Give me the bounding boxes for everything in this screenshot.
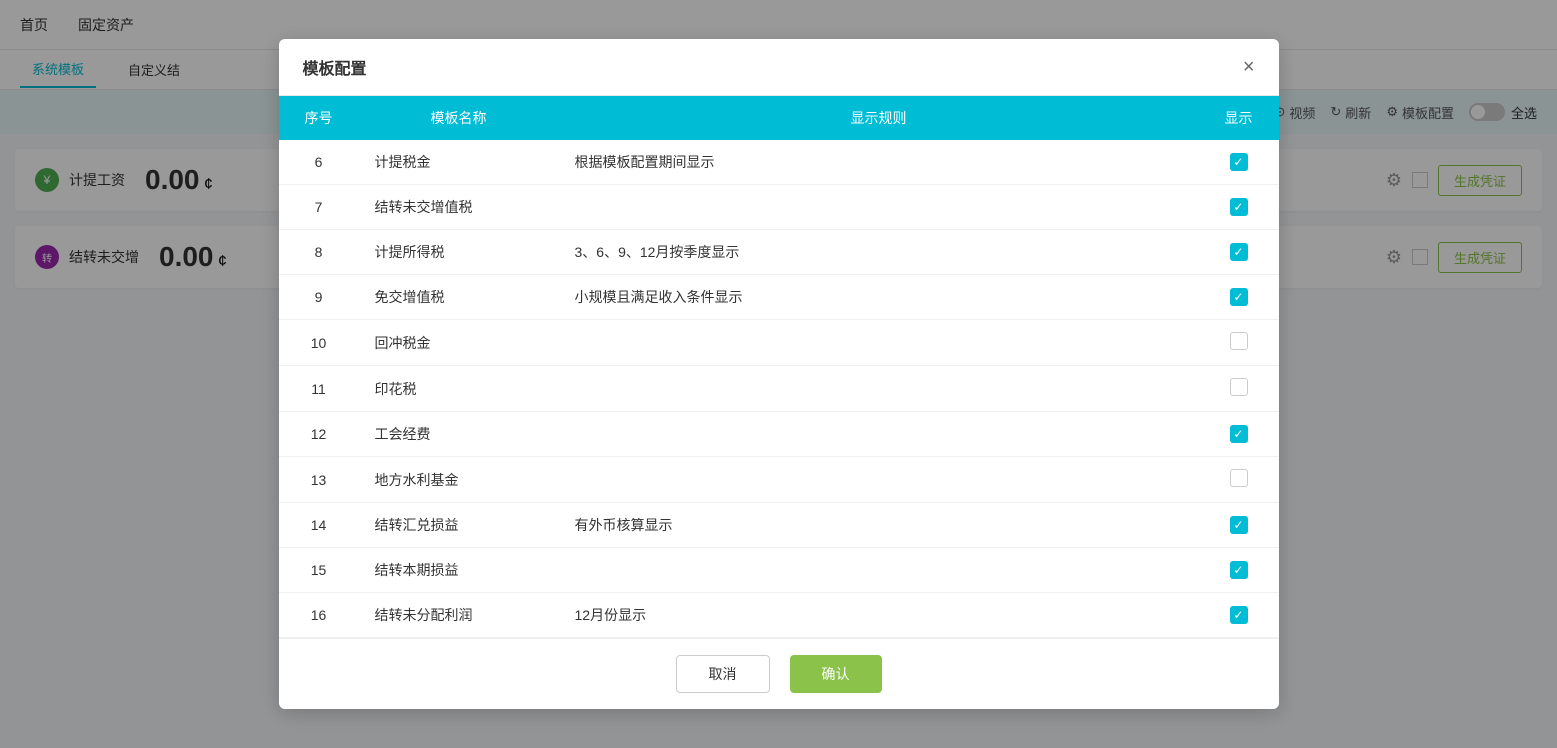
cell-rule-5 — [559, 366, 1199, 412]
table-body: 6计提税金根据模板配置期间显示7结转未交增值税8计提所得税3、6、9、12月按季… — [279, 140, 1279, 638]
checkbox-0[interactable] — [1230, 153, 1248, 171]
modal-close-button[interactable]: × — [1243, 57, 1255, 77]
cell-seq-9: 15 — [279, 548, 359, 593]
cell-check-6 — [1199, 412, 1279, 457]
cell-name-10: 结转未分配利润 — [359, 593, 559, 638]
cell-rule-6 — [559, 412, 1199, 457]
table-row: 14结转汇兑损益有外币核算显示 — [279, 503, 1279, 548]
checkbox-9[interactable] — [1230, 561, 1248, 579]
modal-footer: 取消 确认 — [279, 638, 1279, 709]
modal-body: 序号 模板名称 显示规则 显示 6计提税金根据模板配置期间显示7结转未交增值税8… — [279, 96, 1279, 638]
cancel-button[interactable]: 取消 — [676, 655, 770, 693]
cell-seq-2: 8 — [279, 230, 359, 275]
checkbox-3[interactable] — [1230, 288, 1248, 306]
table-row: 9免交增值税小规模且满足收入条件显示 — [279, 275, 1279, 320]
confirm-button[interactable]: 确认 — [790, 655, 882, 693]
checkbox-5[interactable] — [1230, 378, 1248, 396]
cell-check-3 — [1199, 275, 1279, 320]
table-row: 6计提税金根据模板配置期间显示 — [279, 140, 1279, 185]
cell-name-0: 计提税金 — [359, 140, 559, 185]
cell-seq-8: 14 — [279, 503, 359, 548]
cell-rule-10: 12月份显示 — [559, 593, 1199, 638]
cell-rule-3: 小规模且满足收入条件显示 — [559, 275, 1199, 320]
checkbox-8[interactable] — [1230, 516, 1248, 534]
cell-name-5: 印花税 — [359, 366, 559, 412]
checkbox-6[interactable] — [1230, 425, 1248, 443]
cell-rule-1 — [559, 185, 1199, 230]
cell-name-2: 计提所得税 — [359, 230, 559, 275]
cell-check-1 — [1199, 185, 1279, 230]
cell-seq-1: 7 — [279, 185, 359, 230]
col-header-rule: 显示规则 — [559, 96, 1199, 140]
template-config-modal: 模板配置 × 序号 模板名称 显示规则 显示 6计提税金根据模板配置期间显示7结… — [279, 39, 1279, 709]
cell-check-0 — [1199, 140, 1279, 185]
cell-seq-7: 13 — [279, 457, 359, 503]
cell-rule-7 — [559, 457, 1199, 503]
cell-rule-0: 根据模板配置期间显示 — [559, 140, 1199, 185]
cell-check-5 — [1199, 366, 1279, 412]
cell-name-4: 回冲税金 — [359, 320, 559, 366]
cell-rule-2: 3、6、9、12月按季度显示 — [559, 230, 1199, 275]
modal-header: 模板配置 × — [279, 39, 1279, 96]
cell-check-7 — [1199, 457, 1279, 503]
col-header-name: 模板名称 — [359, 96, 559, 140]
checkbox-7[interactable] — [1230, 469, 1248, 487]
checkbox-4[interactable] — [1230, 332, 1248, 350]
checkbox-1[interactable] — [1230, 198, 1248, 216]
cell-seq-3: 9 — [279, 275, 359, 320]
cell-check-9 — [1199, 548, 1279, 593]
table-header-row: 序号 模板名称 显示规则 显示 — [279, 96, 1279, 140]
modal-overlay: 模板配置 × 序号 模板名称 显示规则 显示 6计提税金根据模板配置期间显示7结… — [0, 0, 1557, 748]
table-head: 序号 模板名称 显示规则 显示 — [279, 96, 1279, 140]
cell-rule-8: 有外币核算显示 — [559, 503, 1199, 548]
cell-name-6: 工会经费 — [359, 412, 559, 457]
cell-name-9: 结转本期损益 — [359, 548, 559, 593]
cell-seq-4: 10 — [279, 320, 359, 366]
table-row: 12工会经费 — [279, 412, 1279, 457]
cell-check-10 — [1199, 593, 1279, 638]
cell-seq-0: 6 — [279, 140, 359, 185]
cell-seq-10: 16 — [279, 593, 359, 638]
table-row: 7结转未交增值税 — [279, 185, 1279, 230]
cell-seq-5: 11 — [279, 366, 359, 412]
config-table: 序号 模板名称 显示规则 显示 6计提税金根据模板配置期间显示7结转未交增值税8… — [279, 96, 1279, 638]
modal-title: 模板配置 — [303, 55, 367, 79]
cell-check-8 — [1199, 503, 1279, 548]
table-row: 10回冲税金 — [279, 320, 1279, 366]
table-row: 16结转未分配利润12月份显示 — [279, 593, 1279, 638]
cell-name-8: 结转汇兑损益 — [359, 503, 559, 548]
cell-seq-6: 12 — [279, 412, 359, 457]
cell-name-1: 结转未交增值税 — [359, 185, 559, 230]
checkbox-2[interactable] — [1230, 243, 1248, 261]
cell-name-7: 地方水利基金 — [359, 457, 559, 503]
cell-rule-9 — [559, 548, 1199, 593]
cell-check-4 — [1199, 320, 1279, 366]
cell-check-2 — [1199, 230, 1279, 275]
col-header-display: 显示 — [1199, 96, 1279, 140]
col-header-seq: 序号 — [279, 96, 359, 140]
table-row: 15结转本期损益 — [279, 548, 1279, 593]
checkbox-10[interactable] — [1230, 606, 1248, 624]
table-row: 11印花税 — [279, 366, 1279, 412]
table-row: 13地方水利基金 — [279, 457, 1279, 503]
cell-name-3: 免交增值税 — [359, 275, 559, 320]
table-row: 8计提所得税3、6、9、12月按季度显示 — [279, 230, 1279, 275]
cell-rule-4 — [559, 320, 1199, 366]
